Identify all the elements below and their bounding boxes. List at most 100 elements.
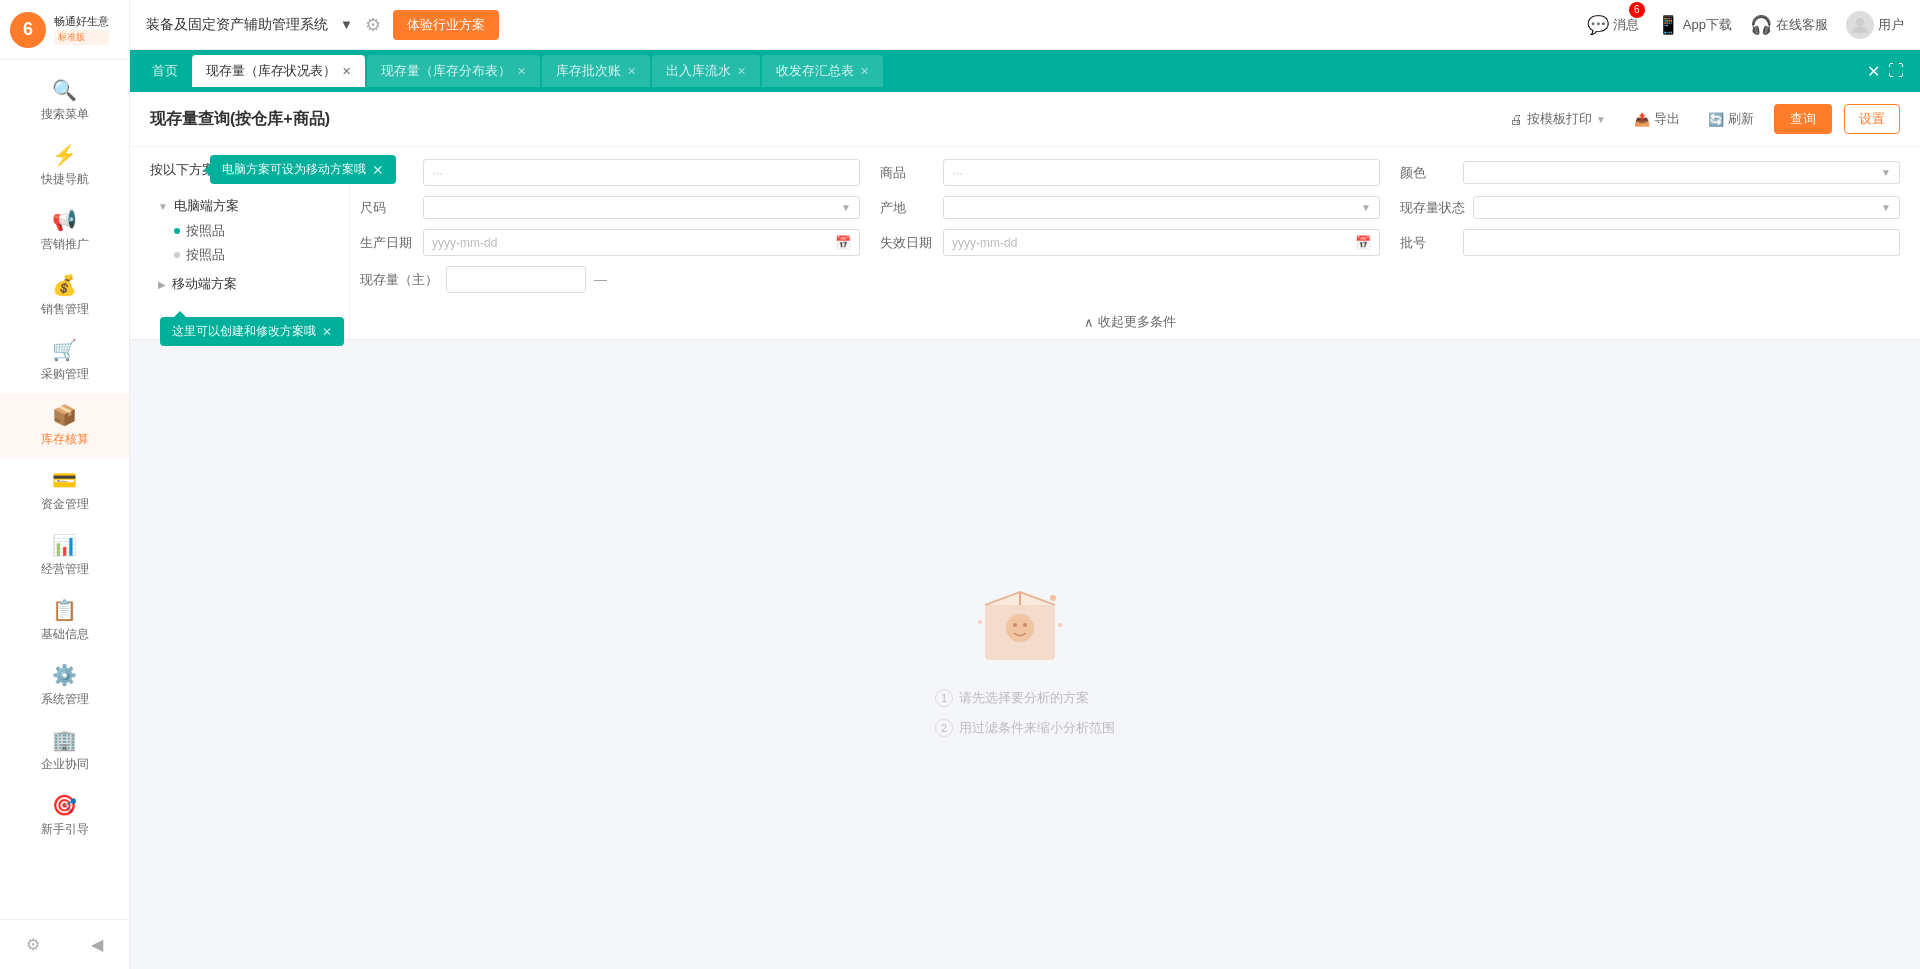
quicknav-icon: ⚡ xyxy=(52,143,77,167)
sidebar-item-guide[interactable]: 🎯 新手引导 xyxy=(0,783,129,848)
marketing-icon: 📢 xyxy=(52,208,77,232)
filter-origin-select[interactable]: ▼ xyxy=(943,196,1380,219)
sidebar-item-system[interactable]: ⚙️ 系统管理 xyxy=(0,653,129,718)
message-badge: 6 xyxy=(1629,2,1645,18)
tooltip2-before xyxy=(174,311,186,317)
scheme-desktop[interactable]: ▼ 电脑端方案 xyxy=(150,193,339,219)
sidebar-item-enterprise[interactable]: 🏢 企业协同 xyxy=(0,718,129,783)
filter-color-select[interactable]: ▼ xyxy=(1463,161,1900,184)
sidebar-item-inventory[interactable]: 📦 库存核算 xyxy=(0,393,129,458)
close-tab-button[interactable]: ✕ xyxy=(1867,62,1880,81)
sidebar-item-search[interactable]: 🔍 搜索菜单 xyxy=(0,68,129,133)
template-print-button[interactable]: 🖨 按模板打印 ▼ xyxy=(1502,106,1614,132)
svg-point-4 xyxy=(1023,623,1027,627)
user-action[interactable]: 用户 xyxy=(1846,11,1904,39)
filter-size-select[interactable]: ▼ xyxy=(423,196,860,219)
sidebar-item-operations[interactable]: 📊 经营管理 xyxy=(0,523,129,588)
dots-icon: ··· xyxy=(432,165,443,180)
filter-row-stock-qty: 现存量（主） — xyxy=(360,266,860,293)
filter-stock-qty-min[interactable] xyxy=(446,266,586,293)
tab-receive-summary[interactable]: 收发存汇总表 ✕ xyxy=(762,55,883,87)
tab-inventory-status[interactable]: 现存量（库存状况表） ✕ xyxy=(192,55,365,87)
filter-grid: 仓库 ··· 商品 ··· 颜色 xyxy=(360,159,1900,305)
collapse-label: 收起更多条件 xyxy=(1098,313,1176,331)
filter-color-label: 颜色 xyxy=(1400,164,1455,182)
filter-product-label: 商品 xyxy=(880,164,935,182)
sidebar-item-marketing[interactable]: 📢 营销推广 xyxy=(0,198,129,263)
dropdown-icon: ▼ xyxy=(1596,114,1606,125)
chevron-up-icon: ∧ xyxy=(1084,315,1094,330)
sub-scheme-1[interactable]: 按照品 xyxy=(150,219,339,243)
tab-close-icon[interactable]: ✕ xyxy=(860,65,869,78)
top-header: 装备及固定资产辅助管理系统 ▼ ⚙ 体验行业方案 💬 6 消息 📱 App下载 … xyxy=(130,0,1920,50)
sub-scheme-2[interactable]: 按照品 xyxy=(150,243,339,267)
filter-mfg-date-start[interactable]: yyyy-mm-dd 📅 xyxy=(423,229,860,256)
message-action[interactable]: 💬 6 消息 xyxy=(1587,14,1639,36)
filter-batch-input[interactable] xyxy=(1463,229,1900,256)
filter-row-size: 尺码 ▼ xyxy=(360,196,860,219)
filter-mfg-date-label: 生产日期 xyxy=(360,234,415,252)
app-download-action[interactable]: 📱 App下载 xyxy=(1657,14,1732,36)
sidebar-item-sales[interactable]: 💰 销售管理 xyxy=(0,263,129,328)
tab-batch-account[interactable]: 库存批次账 ✕ xyxy=(542,55,650,87)
sidebar-item-purchase[interactable]: 🛒 采购管理 xyxy=(0,328,129,393)
tooltip2-text: 这里可以创建和修改方案哦 xyxy=(172,323,316,340)
message-label: 消息 xyxy=(1613,16,1639,34)
svg-point-7 xyxy=(1058,623,1062,627)
sidebar-item-label: 库存核算 xyxy=(41,431,89,448)
filter-section: 按以下方案查询 + ✎ « 电脑方案可设为移动方案哦 ✕ ▼ 电脑端 xyxy=(130,147,1920,340)
settings-button[interactable]: 设置 xyxy=(1844,104,1900,134)
filter-stock-status-select[interactable]: ▼ xyxy=(1473,196,1900,219)
filter-warehouse-input[interactable]: ··· xyxy=(423,159,860,186)
tab-inout-flow[interactable]: 出入库流水 ✕ xyxy=(652,55,760,87)
tab-inventory-dist-label: 现存量（库存分布表） xyxy=(381,62,511,80)
filter-row-exp-date: 失效日期 yyyy-mm-dd 📅 xyxy=(880,229,1380,256)
content-area: 现存量查询(按仓库+商品) 🖨 按模板打印 ▼ 📤 导出 🔄 刷新 查询 设置 xyxy=(130,92,1920,969)
collapse-filter-button[interactable]: ∧ 收起更多条件 xyxy=(360,305,1900,339)
sidebar-item-label: 经营管理 xyxy=(41,561,89,578)
phone-icon: 📱 xyxy=(1657,14,1679,36)
scheme-mobile-label: 移动端方案 xyxy=(172,275,237,293)
support-action[interactable]: 🎧 在线客服 xyxy=(1750,14,1828,36)
refresh-icon: 🔄 xyxy=(1708,112,1724,127)
page-title: 现存量查询(按仓库+商品) xyxy=(150,109,330,130)
filter-product-input[interactable]: ··· xyxy=(943,159,1380,186)
collapse-sidebar-button[interactable]: ◀ xyxy=(86,930,108,959)
expand-tab-button[interactable]: ⛶ xyxy=(1888,62,1904,81)
sidebar-item-quicknav[interactable]: ⚡ 快捷导航 xyxy=(0,133,129,198)
filter-stock-status-label: 现存量状态 xyxy=(1400,199,1465,217)
sidebar-item-label: 基础信息 xyxy=(41,626,89,643)
sidebar-item-label: 快捷导航 xyxy=(41,171,89,188)
tab-close-icon[interactable]: ✕ xyxy=(342,65,351,78)
gear-icon[interactable]: ⚙ xyxy=(365,14,381,36)
sidebar-item-finance[interactable]: 💳 资金管理 xyxy=(0,458,129,523)
sub-dot-icon xyxy=(174,252,180,258)
sidebar-item-basic[interactable]: 📋 基础信息 xyxy=(0,588,129,653)
export-button[interactable]: 📤 导出 xyxy=(1626,106,1688,132)
support-label: 在线客服 xyxy=(1776,16,1828,34)
tab-home[interactable]: 首页 xyxy=(138,55,192,87)
filter-exp-date-start[interactable]: yyyy-mm-dd 📅 xyxy=(943,229,1380,256)
refresh-button[interactable]: 🔄 刷新 xyxy=(1700,106,1762,132)
settings-button[interactable]: ⚙ xyxy=(21,930,45,959)
query-button[interactable]: 查询 xyxy=(1774,104,1832,134)
empty-hint-2: 2 用过滤条件来缩小分析范围 xyxy=(935,716,1115,740)
filter-header: 按以下方案查询 + ✎ « 电脑方案可设为移动方案哦 ✕ xyxy=(150,159,339,181)
industry-plan-button[interactable]: 体验行业方案 xyxy=(393,10,499,40)
tooltip-create-scheme: 这里可以创建和修改方案哦 ✕ xyxy=(160,317,344,346)
filter-row-batch: 批号 xyxy=(1400,229,1900,256)
sidebar-item-label: 采购管理 xyxy=(41,366,89,383)
tab-close-icon[interactable]: ✕ xyxy=(737,65,746,78)
system-dropdown[interactable]: ▼ xyxy=(340,17,353,32)
header-right: 💬 6 消息 📱 App下载 🎧 在线客服 用户 xyxy=(1587,11,1904,39)
tooltip-close-button[interactable]: ✕ xyxy=(372,162,384,178)
tab-close-icon[interactable]: ✕ xyxy=(627,65,636,78)
sub-scheme-2-label: 按照品 xyxy=(186,246,225,264)
calendar-icon: 📅 xyxy=(835,235,851,250)
scheme-mobile[interactable]: ▶ 移动端方案 xyxy=(150,271,339,297)
tab-close-icon[interactable]: ✕ xyxy=(517,65,526,78)
tooltip2-close-button[interactable]: ✕ xyxy=(322,325,332,339)
tab-inventory-dist[interactable]: 现存量（库存分布表） ✕ xyxy=(367,55,540,87)
expand-icon: ▶ xyxy=(158,279,166,290)
sidebar-item-label: 营销推广 xyxy=(41,236,89,253)
